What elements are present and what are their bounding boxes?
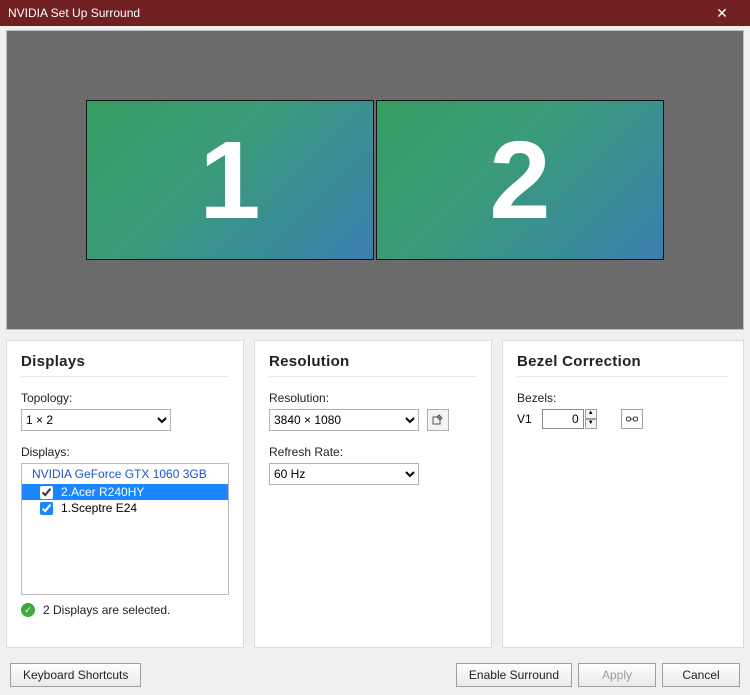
custom-resolution-icon[interactable] <box>427 409 449 431</box>
bezel-panel: Bezel Correction Bezels: V1 ▲ ▼ <box>502 340 744 648</box>
display-item[interactable]: 2.Acer R240HY <box>22 484 228 500</box>
spinner-up-icon[interactable]: ▲ <box>585 409 597 419</box>
cancel-button[interactable]: Cancel <box>662 663 740 687</box>
divider <box>517 376 729 377</box>
topology-select[interactable]: 1 × 2 <box>21 409 171 431</box>
bezels-label: Bezels: <box>517 391 729 405</box>
monitor-2[interactable]: 2 <box>376 100 664 260</box>
resolution-select[interactable]: 3840 × 1080 <box>269 409 419 431</box>
resolution-heading: Resolution <box>269 353 477 370</box>
gpu-group-label: NVIDIA GeForce GTX 1060 3GB <box>22 464 228 484</box>
apply-button: Apply <box>578 663 656 687</box>
status-text: 2 Displays are selected. <box>43 603 170 617</box>
displays-panel: Displays Topology: 1 × 2 Displays: NVIDI… <box>6 340 244 648</box>
divider <box>269 376 477 377</box>
monitor-1[interactable]: 1 <box>86 100 374 260</box>
divider <box>21 376 229 377</box>
bezel-v1-spinner[interactable]: ▲ ▼ <box>542 409 597 429</box>
displays-status: ✓ 2 Displays are selected. <box>21 603 229 617</box>
close-icon[interactable]: ✕ <box>702 0 742 26</box>
displays-heading: Displays <box>21 353 229 370</box>
display-item-label: 1.Sceptre E24 <box>61 501 137 515</box>
bezel-heading: Bezel Correction <box>517 353 729 370</box>
check-icon: ✓ <box>21 603 35 617</box>
display-checkbox[interactable] <box>40 486 53 499</box>
window-title: NVIDIA Set Up Surround <box>8 6 702 20</box>
bezel-v1-input[interactable] <box>542 409 584 429</box>
displays-listbox[interactable]: NVIDIA GeForce GTX 1060 3GB 2.Acer R240H… <box>21 463 229 595</box>
resolution-panel: Resolution Resolution: 3840 × 1080 Refre… <box>254 340 492 648</box>
topology-label: Topology: <box>21 391 229 405</box>
spinner-down-icon[interactable]: ▼ <box>585 419 597 429</box>
display-item-label: 2.Acer R240HY <box>61 485 144 499</box>
display-preview: 1 2 <box>6 30 744 330</box>
keyboard-shortcuts-button[interactable]: Keyboard Shortcuts <box>10 663 141 687</box>
monitor-number: 2 <box>489 117 550 244</box>
displays-sublabel: Displays: <box>21 445 229 459</box>
display-item[interactable]: 1.Sceptre E24 <box>22 500 228 516</box>
resolution-label: Resolution: <box>269 391 477 405</box>
refresh-rate-label: Refresh Rate: <box>269 445 477 459</box>
monitor-number: 1 <box>199 117 260 244</box>
link-bezels-icon[interactable] <box>621 409 643 429</box>
titlebar: NVIDIA Set Up Surround ✕ <box>0 0 750 26</box>
enable-surround-button[interactable]: Enable Surround <box>456 663 572 687</box>
footer: Keyboard Shortcuts Enable Surround Apply… <box>10 663 740 687</box>
bezel-v1-label: V1 <box>517 412 532 426</box>
display-checkbox[interactable] <box>40 502 53 515</box>
refresh-rate-select[interactable]: 60 Hz <box>269 463 419 485</box>
